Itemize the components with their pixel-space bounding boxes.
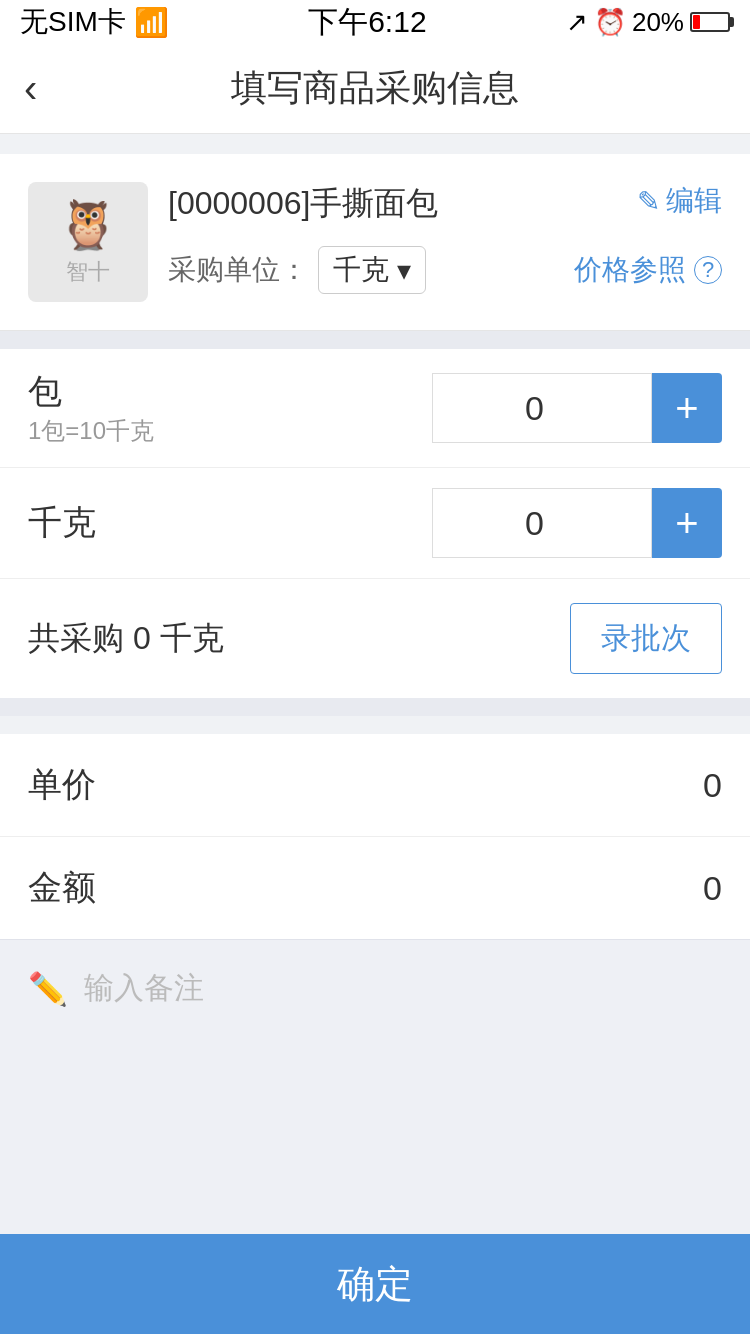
nav-bar: ‹ 填写商品采购信息 — [0, 44, 750, 134]
unit-price-value: 0 — [703, 766, 722, 805]
back-button[interactable]: ‹ — [24, 66, 37, 111]
remark-input[interactable]: 输入备注 — [84, 968, 204, 1009]
carrier-label: 无SIM卡 — [20, 3, 126, 41]
edit-label: 编辑 — [666, 182, 722, 220]
amount-value: 0 — [703, 869, 722, 908]
product-image-label: 智十 — [66, 257, 110, 287]
remark-icon: ✏️ — [28, 970, 68, 1008]
edit-icon: ✎ — [637, 185, 660, 218]
price-ref-icon: ? — [694, 256, 722, 284]
product-card: 🦉 智十 [0000006]手撕面包 ✎ 编辑 采购单位： 千克 ▾ 价格参照 — [0, 154, 750, 331]
product-header: [0000006]手撕面包 ✎ 编辑 — [168, 182, 722, 226]
unit-price-label: 单价 — [28, 762, 96, 808]
section-divider-2 — [0, 698, 750, 716]
product-image: 🦉 智十 — [28, 182, 148, 302]
summary-text: 共采购 0 千克 — [28, 617, 224, 661]
price-ref-button[interactable]: 价格参照 ? — [574, 251, 722, 289]
unit-dropdown-icon: ▾ — [397, 254, 411, 287]
unit-select[interactable]: 千克 ▾ — [318, 246, 426, 294]
battery-icon — [690, 12, 730, 32]
product-image-icon: 🦉 — [58, 197, 118, 253]
bao-row: 包 1包=10千克 + — [0, 349, 750, 468]
product-unit-row: 采购单位： 千克 ▾ 价格参照 ? — [168, 246, 722, 294]
kg-main-label: 千克 — [28, 500, 148, 546]
price-section: 单价 0 金额 0 — [0, 734, 750, 939]
amount-row: 金额 0 — [0, 837, 750, 939]
section-divider-1 — [0, 331, 750, 349]
bao-plus-button[interactable]: + — [652, 373, 722, 443]
input-section: 包 1包=10千克 + 千克 + — [0, 349, 750, 579]
batch-button[interactable]: 录批次 — [570, 603, 722, 674]
page-title: 填写商品采购信息 — [231, 64, 519, 113]
kg-row: 千克 + — [0, 468, 750, 579]
edit-button[interactable]: ✎ 编辑 — [637, 182, 722, 220]
status-time: 下午6:12 — [308, 2, 426, 43]
bao-input[interactable] — [432, 373, 652, 443]
kg-plus-button[interactable]: + — [652, 488, 722, 558]
remark-section[interactable]: ✏️ 输入备注 — [0, 939, 750, 1037]
battery-percentage: 20% — [632, 7, 684, 38]
unit-price-row: 单价 0 — [0, 734, 750, 837]
price-ref-label: 价格参照 — [574, 251, 686, 289]
status-right: ↗ ⏰ 20% — [566, 7, 730, 38]
unit-value: 千克 — [333, 251, 389, 289]
product-info: [0000006]手撕面包 ✎ 编辑 采购单位： 千克 ▾ 价格参照 ? — [168, 182, 722, 294]
kg-stepper: + — [432, 488, 722, 558]
bao-main-label: 包 — [28, 369, 154, 415]
location-icon: ↗ — [566, 7, 588, 38]
unit-label: 采购单位： — [168, 251, 308, 289]
kg-input[interactable] — [432, 488, 652, 558]
bao-sub-label: 1包=10千克 — [28, 415, 154, 447]
wifi-icon: 📶 — [134, 6, 169, 39]
confirm-bar[interactable]: 确定 — [0, 1234, 750, 1334]
confirm-button[interactable]: 确定 — [337, 1259, 413, 1310]
bao-label: 包 1包=10千克 — [28, 369, 154, 447]
status-left: 无SIM卡 📶 — [20, 3, 169, 41]
alarm-icon: ⏰ — [594, 7, 626, 38]
status-bar: 无SIM卡 📶 下午6:12 ↗ ⏰ 20% — [0, 0, 750, 44]
bao-stepper: + — [432, 373, 722, 443]
amount-label: 金额 — [28, 865, 96, 911]
kg-label: 千克 — [28, 500, 148, 546]
summary-row: 共采购 0 千克 录批次 — [0, 579, 750, 698]
product-name: [0000006]手撕面包 — [168, 182, 438, 226]
